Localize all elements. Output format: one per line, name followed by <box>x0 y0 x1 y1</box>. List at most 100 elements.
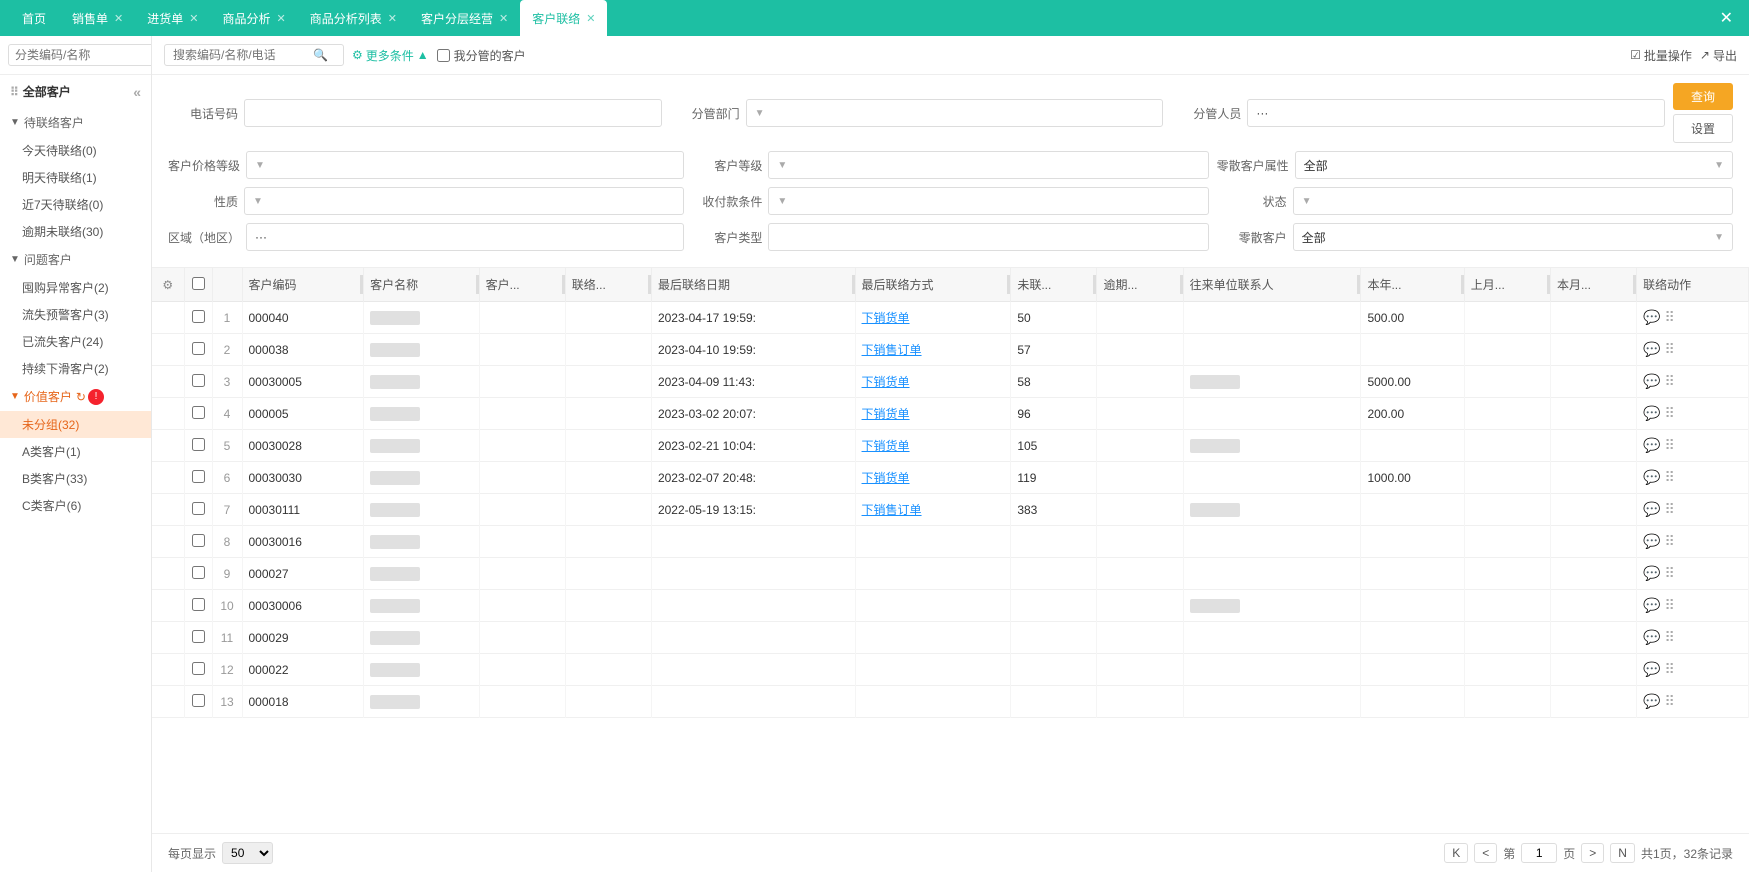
sidebar-item-today-pending[interactable]: 今天待联络(0) <box>0 137 151 164</box>
first-page-button[interactable]: K <box>1444 843 1468 863</box>
action-chat-icon[interactable]: 💬 <box>1643 501 1660 518</box>
action-more-icon[interactable]: ⠿ <box>1665 661 1675 678</box>
action-chat-icon[interactable]: 💬 <box>1643 565 1660 582</box>
dept-input[interactable]: ▼ <box>746 99 1164 127</box>
sidebar-item-class-b[interactable]: B类客户(33) <box>0 465 151 492</box>
nature-input[interactable]: ▼ <box>244 187 684 215</box>
row-checkbox[interactable] <box>192 662 205 675</box>
sidebar-all-customers[interactable]: ⠿ 全部客户 « <box>0 75 151 108</box>
cell-checkbox[interactable] <box>184 334 212 366</box>
row-checkbox[interactable] <box>192 534 205 547</box>
row-checkbox[interactable] <box>192 406 205 419</box>
action-chat-icon[interactable]: 💬 <box>1643 661 1660 678</box>
sidebar-item-ungrouped[interactable]: 未分组(32) <box>0 411 151 438</box>
sidebar-item-declining[interactable]: 持续下滑客户(2) <box>0 355 151 382</box>
action-more-icon[interactable]: ⠿ <box>1665 597 1675 614</box>
sidebar-item-7day-pending[interactable]: 近7天待联络(0) <box>0 191 151 218</box>
cell-checkbox[interactable] <box>184 590 212 622</box>
tab-home[interactable]: 首页 <box>8 0 60 36</box>
action-chat-icon[interactable]: 💬 <box>1643 341 1660 358</box>
customer-type-input[interactable] <box>768 223 1208 251</box>
action-chat-icon[interactable]: 💬 <box>1643 309 1660 326</box>
action-chat-icon[interactable]: 💬 <box>1643 693 1660 710</box>
action-more-icon[interactable]: ⠿ <box>1665 469 1675 486</box>
tab-customer-tier[interactable]: 客户分层经营 ✕ <box>409 0 520 36</box>
action-chat-icon[interactable]: 💬 <box>1643 405 1660 422</box>
sidebar-item-churn-warning[interactable]: 流失预警客户(3) <box>0 301 151 328</box>
cell-checkbox[interactable] <box>184 558 212 590</box>
tab-product-analysis-list[interactable]: 商品分析列表 ✕ <box>298 0 409 36</box>
cell-checkbox[interactable] <box>184 686 212 718</box>
action-more-icon[interactable]: ⠿ <box>1665 341 1675 358</box>
action-more-icon[interactable]: ⠿ <box>1665 693 1675 710</box>
sidebar-collapse-button[interactable]: « <box>133 84 141 100</box>
tab-customer-contact[interactable]: 客户联络 ✕ <box>520 0 607 36</box>
tab-product-analysis[interactable]: 商品分析 ✕ <box>210 0 297 36</box>
action-chat-icon[interactable]: 💬 <box>1643 629 1660 646</box>
phone-input[interactable] <box>244 99 662 127</box>
cell-last-method[interactable]: 下销货单 <box>855 366 1011 398</box>
manager-input[interactable]: ··· <box>1247 99 1665 127</box>
sidebar-item-abnormal[interactable]: 囤购异常客户(2) <box>0 274 151 301</box>
last-page-button[interactable]: N <box>1610 843 1635 863</box>
cell-last-method[interactable]: 下销售订单 <box>855 494 1011 526</box>
cell-checkbox[interactable] <box>184 430 212 462</box>
tab-sales[interactable]: 销售单 ✕ <box>60 0 135 36</box>
action-more-icon[interactable]: ⠿ <box>1665 437 1675 454</box>
tab-purchase-close[interactable]: ✕ <box>189 12 198 25</box>
per-page-select[interactable]: 50 20 100 <box>222 842 273 864</box>
action-chat-icon[interactable]: 💬 <box>1643 469 1660 486</box>
cell-last-method[interactable]: 下销售订单 <box>855 334 1011 366</box>
retail-attr-input[interactable]: 全部 ▼ <box>1295 151 1733 179</box>
cell-last-method[interactable]: 下销货单 <box>855 430 1011 462</box>
payment-input[interactable]: ▼ <box>768 187 1208 215</box>
sidebar-group-pending[interactable]: ▼ 待联络客户 <box>0 108 151 137</box>
status-input[interactable]: ▼ <box>1293 187 1733 215</box>
price-level-input[interactable]: ▼ <box>246 151 684 179</box>
action-chat-icon[interactable]: 💬 <box>1643 533 1660 550</box>
action-chat-icon[interactable]: 💬 <box>1643 597 1660 614</box>
action-chat-icon[interactable]: 💬 <box>1643 437 1660 454</box>
main-search-icon[interactable]: 🔍 <box>313 48 328 62</box>
tab-customer-tier-close[interactable]: ✕ <box>499 12 508 25</box>
select-all-checkbox[interactable] <box>192 277 205 290</box>
my-customers-checkbox[interactable] <box>437 49 450 62</box>
sidebar-item-class-c[interactable]: C类客户(6) <box>0 492 151 519</box>
next-page-button[interactable]: > <box>1581 843 1604 863</box>
row-checkbox[interactable] <box>192 342 205 355</box>
data-table-container[interactable]: ⚙ 客户编码 客户名称 客户... 联络... 最后联络日期 最后联络方式 未联… <box>152 268 1749 833</box>
col-checkbox[interactable] <box>184 268 212 302</box>
sidebar-item-churned[interactable]: 已流失客户(24) <box>0 328 151 355</box>
action-more-icon[interactable]: ⠿ <box>1665 533 1675 550</box>
col-settings[interactable]: ⚙ <box>152 268 184 302</box>
cell-checkbox[interactable] <box>184 398 212 430</box>
row-checkbox[interactable] <box>192 310 205 323</box>
region-input[interactable]: ··· <box>246 223 684 251</box>
cell-checkbox[interactable] <box>184 654 212 686</box>
window-close-button[interactable]: ✕ <box>1712 8 1741 28</box>
tab-sales-close[interactable]: ✕ <box>114 12 123 25</box>
action-more-icon[interactable]: ⠿ <box>1665 565 1675 582</box>
cell-checkbox[interactable] <box>184 462 212 494</box>
customer-level-input[interactable]: ▼ <box>768 151 1208 179</box>
row-checkbox[interactable] <box>192 566 205 579</box>
tab-product-analysis-close[interactable]: ✕ <box>277 12 286 25</box>
main-search-input[interactable] <box>173 48 313 62</box>
value-refresh-icon[interactable]: ↻ <box>76 390 86 404</box>
tab-customer-contact-close[interactable]: ✕ <box>586 12 595 25</box>
sidebar-search-input[interactable] <box>8 44 152 66</box>
batch-ops-button[interactable]: ☑ 批量操作 <box>1630 47 1692 64</box>
sidebar-group-problem[interactable]: ▼ 问题客户 <box>0 245 151 274</box>
my-customers-filter[interactable]: 我分管的客户 <box>437 47 526 64</box>
cell-last-method[interactable]: 下销货单 <box>855 302 1011 334</box>
prev-page-button[interactable]: < <box>1474 843 1497 863</box>
sidebar-group-value[interactable]: ▼ 价值客户 ↻ ! <box>0 382 151 411</box>
reset-button[interactable]: 设置 <box>1673 114 1733 143</box>
page-number-input[interactable] <box>1521 843 1557 863</box>
row-checkbox[interactable] <box>192 374 205 387</box>
row-checkbox[interactable] <box>192 598 205 611</box>
row-checkbox[interactable] <box>192 630 205 643</box>
cell-last-method[interactable]: 下销货单 <box>855 462 1011 494</box>
row-checkbox[interactable] <box>192 694 205 707</box>
row-checkbox[interactable] <box>192 470 205 483</box>
